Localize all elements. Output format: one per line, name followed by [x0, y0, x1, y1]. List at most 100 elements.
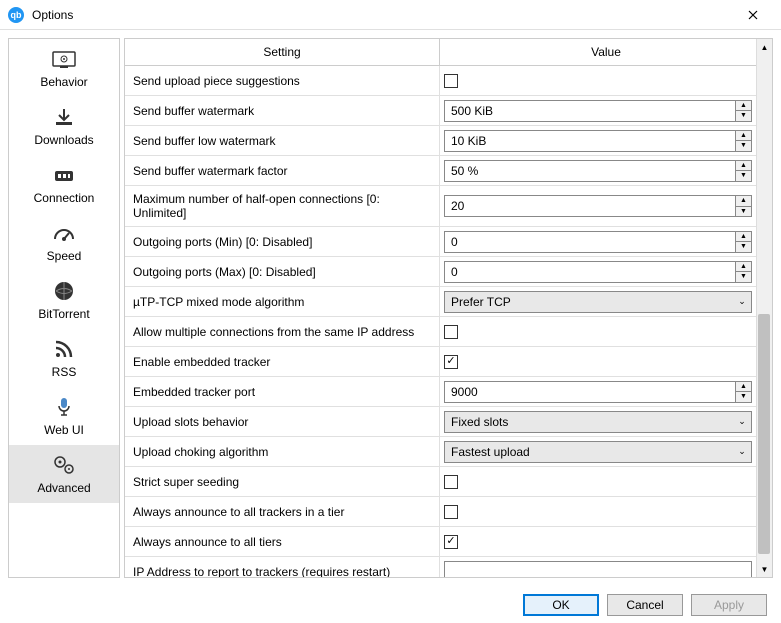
- setting-label: Upload choking algorithm: [125, 437, 440, 466]
- spinner-up-icon[interactable]: ▲: [736, 101, 751, 112]
- checkbox-input[interactable]: [444, 74, 458, 88]
- scroll-down-button[interactable]: ▼: [757, 561, 772, 577]
- sidebar-item-advanced[interactable]: Advanced: [9, 445, 119, 503]
- checkbox-input[interactable]: [444, 355, 458, 369]
- close-button[interactable]: [733, 1, 773, 29]
- dropdown-select[interactable]: Fixed slots⌄: [444, 411, 752, 433]
- sidebar-item-label: Downloads: [34, 133, 93, 147]
- dropdown-value: Prefer TCP: [445, 293, 733, 311]
- table-row: Outgoing ports (Min) [0: Disabled]▲▼: [125, 227, 756, 257]
- table-row: Always announce to all tiers: [125, 527, 756, 557]
- setting-label: Send buffer watermark factor: [125, 156, 440, 185]
- setting-label: Send buffer low watermark: [125, 126, 440, 155]
- spinner-input[interactable]: [445, 262, 735, 282]
- sidebar-item-connection[interactable]: Connection: [9, 155, 119, 213]
- spinner-input[interactable]: [445, 382, 735, 402]
- chevron-down-icon: ⌄: [733, 416, 751, 427]
- ok-button[interactable]: OK: [523, 594, 599, 616]
- sidebar-item-label: Behavior: [40, 75, 87, 89]
- spinner-input[interactable]: [445, 196, 735, 216]
- settings-scroll[interactable]: Send upload piece suggestionsSend buffer…: [125, 66, 772, 577]
- spinner-down-icon[interactable]: ▼: [736, 207, 751, 217]
- setting-value-cell: [440, 347, 756, 376]
- table-row: µTP-TCP mixed mode algorithmPrefer TCP⌄: [125, 287, 756, 317]
- sidebar-item-bittorrent[interactable]: BitTorrent: [9, 271, 119, 329]
- checkbox-input[interactable]: [444, 325, 458, 339]
- apply-button[interactable]: Apply: [691, 594, 767, 616]
- dropdown-select[interactable]: Fastest upload⌄: [444, 441, 752, 463]
- text-input[interactable]: [444, 561, 752, 578]
- setting-label: Enable embedded tracker: [125, 347, 440, 376]
- spinner-down-icon[interactable]: ▼: [736, 242, 751, 252]
- setting-value-cell: ▲▼: [440, 377, 756, 406]
- spinner-up-icon[interactable]: ▲: [736, 131, 751, 142]
- settings-panel: Setting Value Send upload piece suggesti…: [124, 38, 773, 578]
- setting-value-cell: [440, 467, 756, 496]
- sidebar-item-behavior[interactable]: Behavior: [9, 39, 119, 97]
- checkbox-input[interactable]: [444, 535, 458, 549]
- spinner-down-icon[interactable]: ▼: [736, 111, 751, 121]
- table-row: Always announce to all trackers in a tie…: [125, 497, 756, 527]
- table-row: IP Address to report to trackers (requir…: [125, 557, 756, 577]
- spinner-up-icon[interactable]: ▲: [736, 196, 751, 207]
- spinner-down-icon[interactable]: ▼: [736, 392, 751, 402]
- monitor-gear-icon: [50, 47, 78, 71]
- setting-label: Always announce to all tiers: [125, 527, 440, 556]
- setting-label: Upload slots behavior: [125, 407, 440, 436]
- spinner-up-icon[interactable]: ▲: [736, 232, 751, 243]
- number-spinner[interactable]: ▲▼: [444, 130, 752, 152]
- table-row: Upload choking algorithmFastest upload⌄: [125, 437, 756, 467]
- setting-value-cell: [440, 557, 756, 577]
- number-spinner[interactable]: ▲▼: [444, 381, 752, 403]
- download-icon: [50, 105, 78, 129]
- microphone-icon: [50, 395, 78, 419]
- setting-label: Send buffer watermark: [125, 96, 440, 125]
- dropdown-select[interactable]: Prefer TCP⌄: [444, 291, 752, 313]
- setting-value-cell: ▲▼: [440, 227, 756, 256]
- setting-value-cell: ▲▼: [440, 257, 756, 286]
- sidebar-item-label: Advanced: [37, 481, 90, 495]
- sidebar-item-label: RSS: [52, 365, 77, 379]
- setting-value-cell: Fixed slots⌄: [440, 407, 756, 436]
- setting-label: Send upload piece suggestions: [125, 66, 440, 95]
- checkbox-input[interactable]: [444, 475, 458, 489]
- dropdown-value: Fastest upload: [445, 443, 733, 461]
- spinner-down-icon[interactable]: ▼: [736, 171, 751, 181]
- spinner-up-icon[interactable]: ▲: [736, 262, 751, 273]
- table-header: Setting Value: [125, 39, 772, 66]
- checkbox-input[interactable]: [444, 505, 458, 519]
- table-row: Upload slots behaviorFixed slots⌄: [125, 407, 756, 437]
- spinner-down-icon[interactable]: ▼: [736, 272, 751, 282]
- spinner-up-icon[interactable]: ▲: [736, 161, 751, 172]
- setting-value-cell: [440, 497, 756, 526]
- sidebar-item-downloads[interactable]: Downloads: [9, 97, 119, 155]
- setting-value-cell: Fastest upload⌄: [440, 437, 756, 466]
- setting-label: IP Address to report to trackers (requir…: [125, 557, 440, 577]
- scroll-up-button[interactable]: ▲: [757, 39, 772, 55]
- header-setting: Setting: [125, 39, 440, 65]
- vertical-scrollbar[interactable]: ▲ ▼: [756, 39, 772, 577]
- setting-label: Embedded tracker port: [125, 377, 440, 406]
- spinner-down-icon[interactable]: ▼: [736, 141, 751, 151]
- spinner-input[interactable]: [445, 131, 735, 151]
- number-spinner[interactable]: ▲▼: [444, 261, 752, 283]
- gears-icon: [50, 453, 78, 477]
- number-spinner[interactable]: ▲▼: [444, 160, 752, 182]
- number-spinner[interactable]: ▲▼: [444, 100, 752, 122]
- number-spinner[interactable]: ▲▼: [444, 195, 752, 217]
- setting-value-cell: ▲▼: [440, 96, 756, 125]
- cancel-button[interactable]: Cancel: [607, 594, 683, 616]
- sidebar-item-speed[interactable]: Speed: [9, 213, 119, 271]
- dialog-footer: OK Cancel Apply: [0, 586, 781, 623]
- setting-label: Strict super seeding: [125, 467, 440, 496]
- spinner-input[interactable]: [445, 101, 735, 121]
- spinner-up-icon[interactable]: ▲: [736, 382, 751, 393]
- spinner-input[interactable]: [445, 161, 735, 181]
- spinner-input[interactable]: [445, 232, 735, 252]
- setting-value-cell: [440, 317, 756, 346]
- scroll-thumb[interactable]: [758, 314, 770, 554]
- sidebar-item-rss[interactable]: RSS: [9, 329, 119, 387]
- setting-label: Maximum number of half-open connections …: [125, 186, 440, 226]
- sidebar-item-webui[interactable]: Web UI: [9, 387, 119, 445]
- number-spinner[interactable]: ▲▼: [444, 231, 752, 253]
